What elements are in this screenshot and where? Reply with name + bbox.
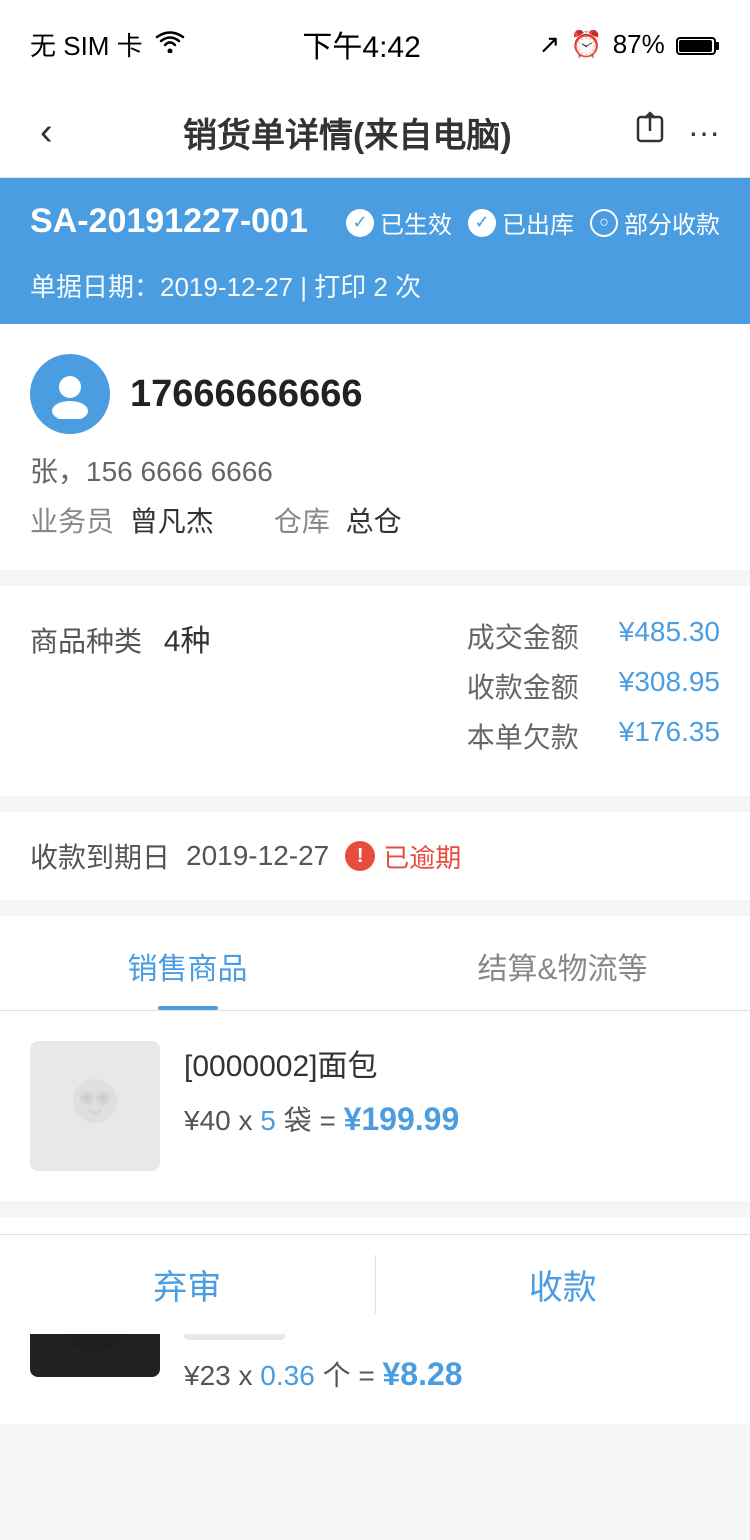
deal-amount-label: 成交金额 xyxy=(467,616,579,656)
customer-info-row: 17666666666 xyxy=(30,354,720,434)
stats-section: 商品种类 4种 成交金额 ¥485.30 收款金额 ¥308.95 本单欠款 ¥… xyxy=(0,586,750,796)
customer-meta: 业务员 曾凡杰 仓库 总仓 xyxy=(30,500,720,540)
product-category: 商品种类 4种 xyxy=(30,616,210,660)
back-button[interactable]: ‹ xyxy=(30,101,63,164)
clock-icon: ○ xyxy=(590,209,618,237)
customer-id: 17666666666 xyxy=(130,373,362,416)
tab-settlement-logistics[interactable]: 结算&物流等 xyxy=(375,916,750,1010)
received-amount-row: 收款金额 ¥308.95 xyxy=(467,666,720,706)
due-date-label: 收款到期日 xyxy=(30,836,170,876)
product-tabs: 销售商品 结算&物流等 xyxy=(0,916,750,1011)
status-time: 下午4:42 xyxy=(302,22,420,66)
cancel-audit-button[interactable]: 弃审 xyxy=(0,1235,375,1334)
product-name-1: [0000002]面包 xyxy=(184,1041,720,1085)
nav-bar: ‹ 销货单详情(来自电脑) ··· xyxy=(0,88,750,178)
sales-value: 曾凡杰 xyxy=(130,506,214,537)
badge-shipped: ✓ 已出库 xyxy=(468,205,574,240)
due-date-section: 收款到期日 2019-12-27 ! 已逾期 xyxy=(0,812,750,900)
debt-label: 本单欠款 xyxy=(467,716,579,756)
product-total-2: ¥8.28 xyxy=(383,1356,463,1392)
warehouse-label: 仓库 xyxy=(274,506,330,537)
alarm-icon: ⏰ xyxy=(570,29,602,60)
check-icon-2: ✓ xyxy=(468,209,496,237)
customer-section: 17666666666 张，156 6666 6666 业务员 曾凡杰 仓库 总… xyxy=(0,324,750,570)
location-icon: ↗ xyxy=(539,29,561,60)
customer-name-phone: 张，156 6666 6666 xyxy=(30,450,720,490)
carrier-label: 无 SIM 卡 xyxy=(30,26,143,63)
warehouse-value: 总仓 xyxy=(346,506,402,537)
order-badges: ✓ 已生效 ✓ 已出库 ○ 部分收款 xyxy=(346,205,720,240)
deal-amount-value: ¥485.30 xyxy=(619,616,720,656)
order-header-banner: SA-20191227-001 ✓ 已生效 ✓ 已出库 ○ 部分收款 单据日期：… xyxy=(0,178,750,324)
product-info-1: [0000002]面包 ¥40 x 5 袋 = ¥199.99 xyxy=(184,1041,720,1139)
more-button[interactable]: ··· xyxy=(688,114,720,151)
product-total-1: ¥199.99 xyxy=(344,1101,460,1137)
check-icon: ✓ xyxy=(346,209,374,237)
share-button[interactable] xyxy=(632,111,668,155)
due-date-value: 2019-12-27 xyxy=(186,840,329,872)
status-right: ↗ ⏰ 87% xyxy=(539,29,720,60)
order-id: SA-20191227-001 xyxy=(30,202,308,241)
sales-label: 业务员 xyxy=(30,506,114,537)
status-bar: 无 SIM 卡 下午4:42 ↗ ⏰ 87% xyxy=(0,0,750,88)
collect-payment-button[interactable]: 收款 xyxy=(376,1235,750,1334)
product-item-1: [0000002]面包 ¥40 x 5 袋 = ¥199.99 xyxy=(0,1011,750,1201)
nav-title: 销货单详情(来自电脑) xyxy=(183,108,512,157)
product-qty-2: 0.36 xyxy=(260,1360,315,1391)
order-date: 单据日期：2019-12-27 | 打印 2 次 xyxy=(30,267,720,304)
sales-info: 业务员 曾凡杰 xyxy=(30,500,214,540)
status-left: 无 SIM 卡 xyxy=(30,26,185,63)
debt-value: ¥176.35 xyxy=(619,716,720,756)
category-count: 4种 xyxy=(164,625,211,658)
product-price-2: ¥23 x 0.36 个 = ¥8.28 xyxy=(184,1354,720,1394)
product-qty-1: 5 xyxy=(260,1105,276,1136)
amount-stats: 成交金额 ¥485.30 收款金额 ¥308.95 本单欠款 ¥176.35 xyxy=(467,616,720,766)
wifi-icon xyxy=(155,29,185,60)
category-label: 商品种类 xyxy=(30,626,142,657)
bottom-bar: 弃审 收款 xyxy=(0,1234,750,1334)
battery-label: 87% xyxy=(613,29,720,60)
overdue-text: 已逾期 xyxy=(383,838,461,875)
badge-effective: ✓ 已生效 xyxy=(346,205,452,240)
debt-amount-row: 本单欠款 ¥176.35 xyxy=(467,716,720,756)
warehouse-info: 仓库 总仓 xyxy=(274,500,402,540)
received-value: ¥308.95 xyxy=(619,666,720,706)
received-label: 收款金额 xyxy=(467,666,579,706)
product-thumb-1 xyxy=(30,1041,160,1171)
tab-sales-products[interactable]: 销售商品 xyxy=(0,916,375,1010)
overdue-badge: ! 已逾期 xyxy=(345,838,461,875)
deal-amount-row: 成交金额 ¥485.30 xyxy=(467,616,720,656)
customer-avatar xyxy=(30,354,110,434)
badge-partial-payment: ○ 部分收款 xyxy=(590,205,720,240)
product-price-1: ¥40 x 5 袋 = ¥199.99 xyxy=(184,1099,720,1139)
overdue-alert-icon: ! xyxy=(345,841,375,871)
nav-actions: ··· xyxy=(632,111,720,155)
